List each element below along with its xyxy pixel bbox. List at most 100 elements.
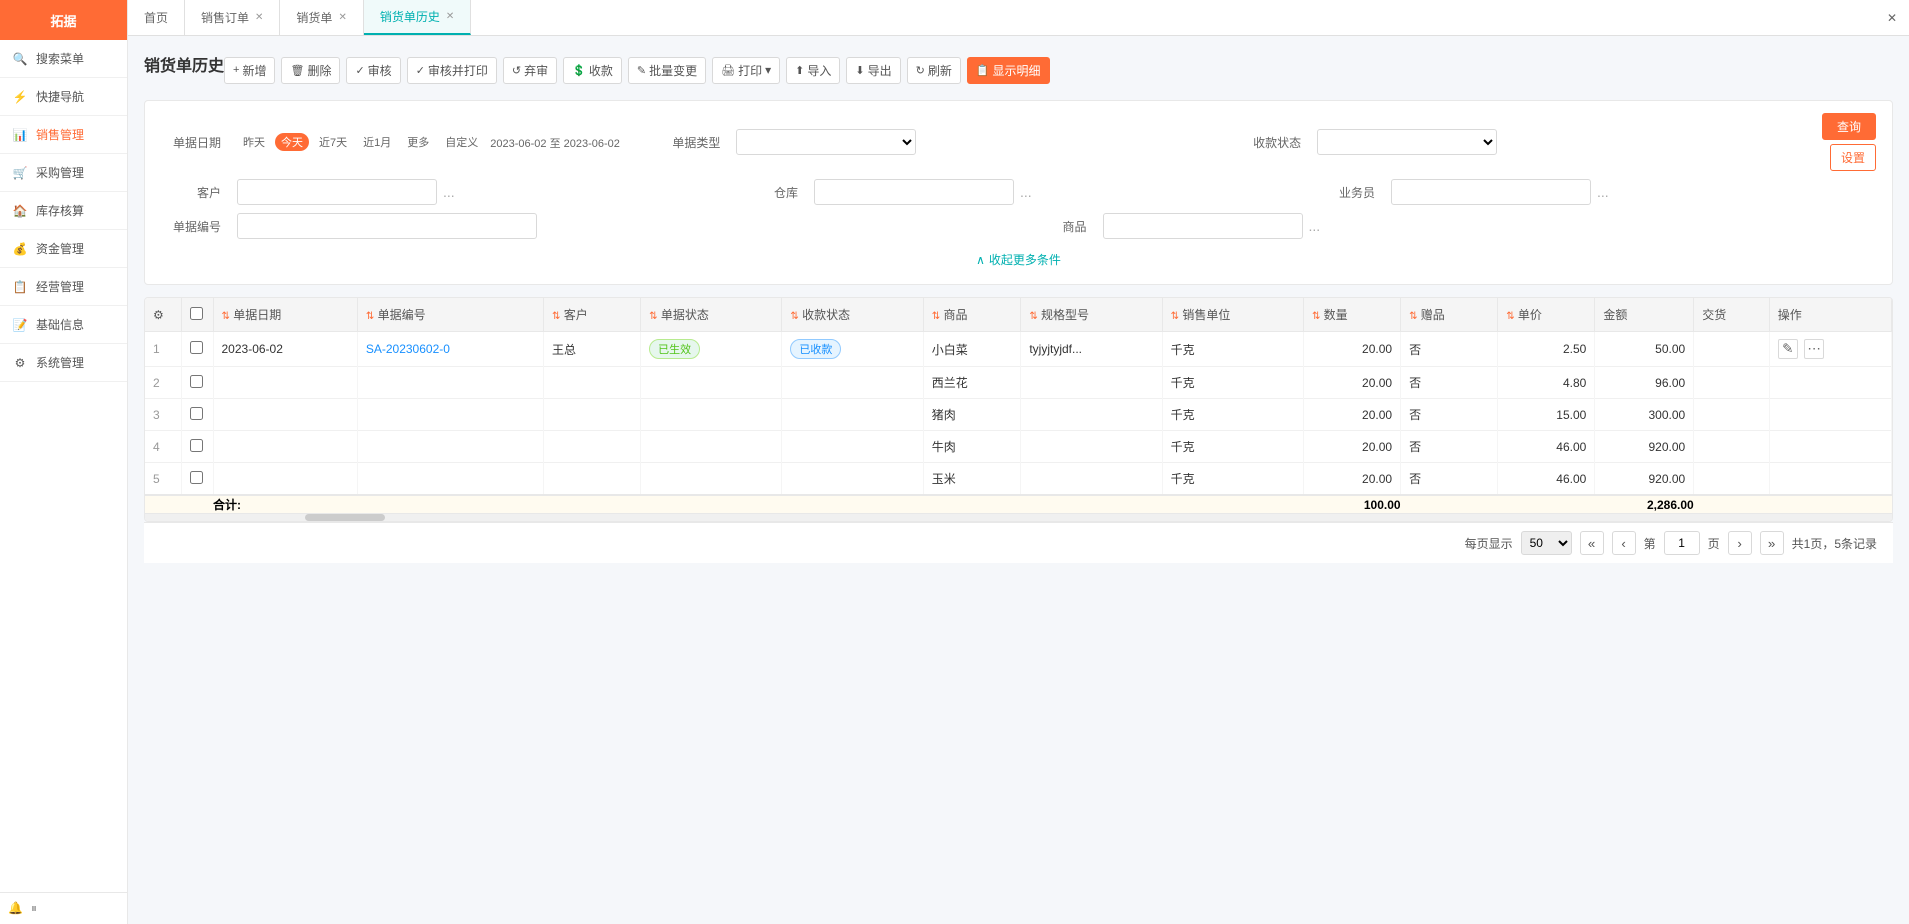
collapse-button[interactable]: ∧ 收起更多条件 xyxy=(972,247,1065,272)
pause-icon[interactable]: ⏸ xyxy=(31,901,37,916)
th-doc-num[interactable]: ⇅ 单据编号 xyxy=(357,298,543,332)
sidebar-item-search-menu[interactable]: 🔍 搜索菜单 xyxy=(0,40,127,78)
product-input[interactable] xyxy=(1103,213,1303,239)
doc-num-link[interactable]: SA-20230602-0 xyxy=(366,342,450,356)
print-button[interactable]: 🖨 打印 ▾ xyxy=(712,57,780,84)
cell-doc-date xyxy=(213,367,357,399)
audit-button[interactable]: ✓ 审核 xyxy=(346,57,400,84)
th-customer[interactable]: ⇅ 客户 xyxy=(543,298,640,332)
th-qty[interactable]: ⇅ 数量 xyxy=(1303,298,1400,332)
product-dots[interactable]: ... xyxy=(1309,218,1321,234)
tab-bar: 首页 销售订单 ✕ 销货单 ✕ 销货单历史 ✕ ✕ xyxy=(128,0,1909,36)
prev-page-button[interactable]: ‹ xyxy=(1612,531,1636,555)
cell-unit-price: 46.00 xyxy=(1498,431,1595,463)
sales-mgmt-icon: 📊 xyxy=(12,127,28,143)
sidebar-item-purchase-mgmt[interactable]: 🛒 采购管理 xyxy=(0,154,127,192)
horizontal-scrollbar[interactable] xyxy=(145,513,1892,521)
date-tag-7days[interactable]: 近7天 xyxy=(313,133,353,151)
export-button[interactable]: ⬇ 导出 xyxy=(846,57,900,84)
th-sales-unit[interactable]: ⇅ 销售单位 xyxy=(1162,298,1303,332)
more-action-button[interactable]: ⋯ xyxy=(1804,339,1824,359)
row-select-checkbox[interactable] xyxy=(190,407,203,420)
sidebar-item-inventory[interactable]: 🏠 库存核算 xyxy=(0,192,127,230)
first-page-button[interactable]: « xyxy=(1580,531,1604,555)
last-page-button[interactable]: » xyxy=(1760,531,1784,555)
business-input[interactable] xyxy=(1391,179,1591,205)
tab-sales-order[interactable]: 销售订单 ✕ xyxy=(185,0,280,35)
sidebar-item-label: 搜索菜单 xyxy=(36,50,84,67)
th-payment-status[interactable]: ⇅ 收款状态 xyxy=(782,298,923,332)
page-size-select[interactable]: 50 10 20 100 xyxy=(1521,531,1572,555)
import-label: 导入 xyxy=(807,62,831,79)
new-button[interactable]: + 新增 xyxy=(224,57,275,84)
collect-button[interactable]: 💲 收款 xyxy=(563,57,622,84)
sort-sales-unit-icon: ⇅ xyxy=(1171,311,1179,322)
doc-type-field xyxy=(736,129,1225,155)
query-button[interactable]: 查询 xyxy=(1822,113,1876,140)
row-select-checkbox[interactable] xyxy=(190,471,203,484)
close-sales-order-tab[interactable]: ✕ xyxy=(255,12,263,23)
table-settings-icon[interactable]: ⚙ xyxy=(153,308,164,322)
refresh-button[interactable]: ↻ 刷新 xyxy=(907,57,961,84)
customer-input[interactable] xyxy=(237,179,437,205)
summary-total-qty: 100.00 xyxy=(1303,495,1400,513)
scrollbar-thumb[interactable] xyxy=(305,514,385,521)
th-gift[interactable]: ⇅ 赠品 xyxy=(1401,298,1498,332)
sidebar-item-label: 采购管理 xyxy=(36,164,84,181)
audit-print-button[interactable]: ✓ 审核并打印 xyxy=(407,57,497,84)
settings-button[interactable]: 设置 xyxy=(1830,144,1876,171)
edit-action-button[interactable]: ✎ xyxy=(1778,339,1798,359)
date-tag-yesterday[interactable]: 昨天 xyxy=(237,133,271,151)
date-tag-1month[interactable]: 近1月 xyxy=(357,133,397,151)
cell-payment-status: 已收款 xyxy=(782,332,923,367)
sidebar-item-system-mgmt[interactable]: ⚙ 系统管理 xyxy=(0,344,127,382)
batch-change-label: 批量变更 xyxy=(649,62,697,79)
th-product[interactable]: ⇅ 商品 xyxy=(923,298,1021,332)
sidebar-item-finance[interactable]: 💰 资金管理 xyxy=(0,230,127,268)
doc-num-input[interactable] xyxy=(237,213,537,239)
th-unit-price[interactable]: ⇅ 单价 xyxy=(1498,298,1595,332)
row-select-checkbox[interactable] xyxy=(190,375,203,388)
th-doc-status[interactable]: ⇅ 单据状态 xyxy=(641,298,782,332)
show-detail-button[interactable]: 📋 显示明细 xyxy=(967,57,1050,84)
table-header-row: ⚙ ⇅ 单据日期 ⇅ 单据编号 xyxy=(145,298,1892,332)
cell-qty: 20.00 xyxy=(1303,367,1400,399)
close-sales-history-tab[interactable]: ✕ xyxy=(446,11,454,22)
tab-home[interactable]: 首页 xyxy=(128,0,185,35)
row-select-checkbox[interactable] xyxy=(190,439,203,452)
import-button[interactable]: ⬆ 导入 xyxy=(786,57,840,84)
business-dots[interactable]: ... xyxy=(1597,184,1609,200)
close-all-tabs[interactable]: ✕ xyxy=(1875,0,1909,35)
delete-button[interactable]: 🗑 删除 xyxy=(281,57,340,84)
cell-doc-status xyxy=(641,399,782,431)
warehouse-input[interactable] xyxy=(814,179,1014,205)
th-spec[interactable]: ⇅ 规格型号 xyxy=(1021,298,1162,332)
tab-sales-delivery[interactable]: 销货单 ✕ xyxy=(280,0,363,35)
sidebar-item-operations[interactable]: 📋 经营管理 xyxy=(0,268,127,306)
date-tag-today[interactable]: 今天 xyxy=(275,133,309,151)
select-all-checkbox[interactable] xyxy=(190,307,203,320)
sidebar-item-quick-nav[interactable]: ⚡ 快捷导航 xyxy=(0,78,127,116)
tab-sales-history[interactable]: 销货单历史 ✕ xyxy=(364,0,471,35)
row-select-checkbox[interactable] xyxy=(190,341,203,354)
warehouse-dots[interactable]: ... xyxy=(1020,184,1032,200)
cell-amount: 50.00 xyxy=(1595,332,1694,367)
payment-status-select[interactable] xyxy=(1317,129,1497,155)
date-tag-more[interactable]: 更多 xyxy=(401,133,435,151)
filter-row-2: 客户 ... 仓库 ... 业务员 ... xyxy=(161,179,1876,205)
close-sales-delivery-tab[interactable]: ✕ xyxy=(338,12,346,23)
import-icon: ⬆ xyxy=(795,64,804,77)
date-range: 2023-06-02 至 2023-06-02 xyxy=(490,135,620,151)
notification-icon[interactable]: 🔔 xyxy=(8,901,23,916)
batch-change-button[interactable]: ✎ 批量变更 xyxy=(628,57,706,84)
page-number-input[interactable] xyxy=(1664,531,1700,555)
customer-dots[interactable]: ... xyxy=(443,184,455,200)
date-tag-custom[interactable]: 自定义 xyxy=(439,133,484,151)
sidebar-item-sales-mgmt[interactable]: 📊 销售管理 xyxy=(0,116,127,154)
cell-unit-price: 46.00 xyxy=(1498,463,1595,496)
doc-type-select[interactable] xyxy=(736,129,916,155)
sidebar-item-basic-info[interactable]: 📝 基础信息 xyxy=(0,306,127,344)
next-page-button[interactable]: › xyxy=(1728,531,1752,555)
th-doc-date[interactable]: ⇅ 单据日期 xyxy=(213,298,357,332)
abandon-button[interactable]: ↺ 弃审 xyxy=(503,57,557,84)
